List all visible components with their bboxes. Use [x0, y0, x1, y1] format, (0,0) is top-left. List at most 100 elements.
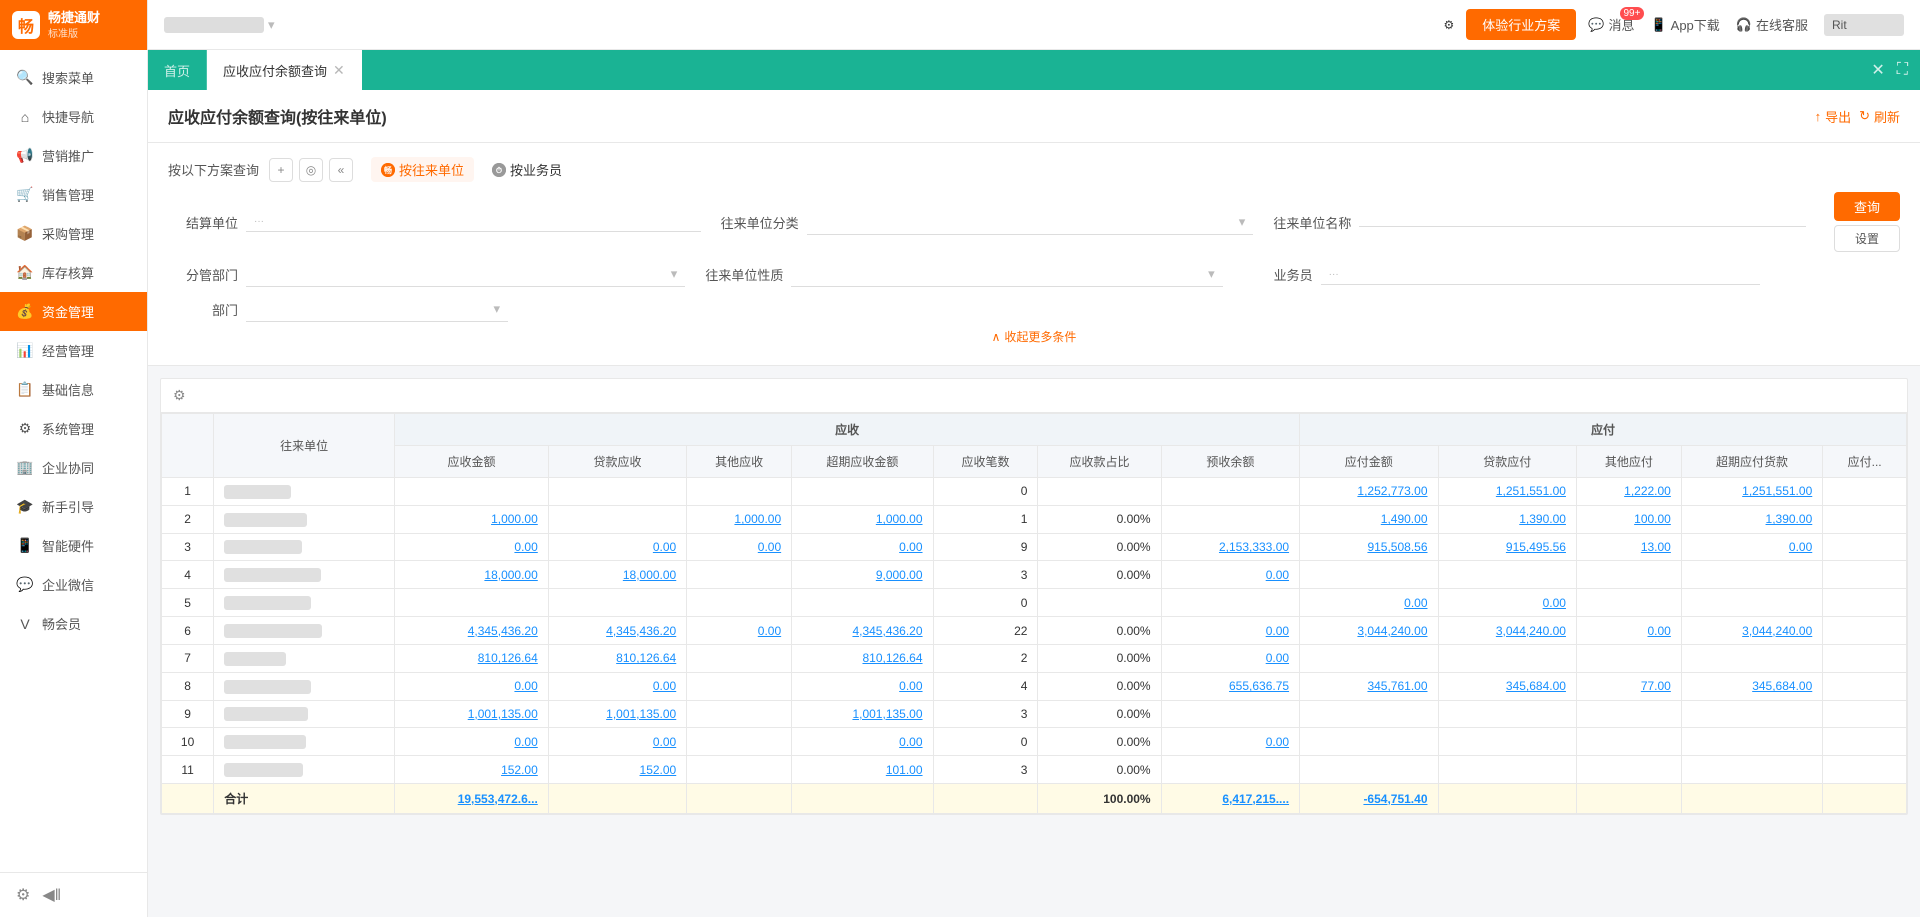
user-info[interactable]: Rit: [1824, 14, 1904, 36]
app-download-link[interactable]: 📱 App下载: [1650, 15, 1719, 34]
cell-ap_other[interactable]: 100.00: [1576, 505, 1681, 533]
tab-home[interactable]: 首页: [148, 50, 207, 90]
cell-ar_loan[interactable]: 18,000.00: [548, 561, 686, 589]
cell-ar_prepaid[interactable]: 0.00: [1161, 728, 1299, 756]
cell-ap_other[interactable]: 0.00: [1576, 617, 1681, 645]
sidebar-item-search[interactable]: 🔍搜索菜单: [0, 58, 147, 97]
cell-ar_amount[interactable]: 0.00: [395, 533, 549, 561]
sidebar-item-quick[interactable]: ⌂快捷导航: [0, 97, 147, 136]
settlement-unit-input[interactable]: ···: [246, 212, 701, 232]
cell-ar_amount[interactable]: 1,001,135.00: [395, 700, 549, 728]
cell-ar_loan[interactable]: 1,001,135.00: [548, 700, 686, 728]
table-settings-icon[interactable]: ⚙: [173, 387, 186, 404]
cell-ap_overdue[interactable]: 1,390.00: [1681, 505, 1822, 533]
cell-ap_loan[interactable]: 0.00: [1438, 589, 1576, 617]
cell-ar_prepaid[interactable]: 0.00: [1161, 617, 1299, 645]
partner-name-input[interactable]: [1359, 218, 1806, 227]
cell-ar_overdue[interactable]: 9,000.00: [792, 561, 933, 589]
cell-ap_loan[interactable]: 345,684.00: [1438, 672, 1576, 700]
cell-ar_loan[interactable]: 4,345,436.20: [548, 617, 686, 645]
collapse-more-button[interactable]: ∧ 收起更多条件: [168, 322, 1900, 351]
cell-ar_amount[interactable]: 1,000.00: [395, 505, 549, 533]
cell-ar_overdue[interactable]: 4,345,436.20: [792, 617, 933, 645]
cell-ar_overdue[interactable]: 0.00: [792, 533, 933, 561]
settings-button[interactable]: 设置: [1834, 225, 1900, 252]
cell-ar_other[interactable]: 0.00: [687, 533, 792, 561]
notification-button[interactable]: 💬 消息 99+: [1588, 15, 1634, 34]
sidebar-item-hardware[interactable]: 📱智能硬件: [0, 526, 147, 565]
tabbar-close-icon[interactable]: ✕: [1871, 60, 1884, 80]
edit-scheme-icon[interactable]: ◎: [299, 158, 323, 182]
sidebar-item-member[interactable]: V畅会员: [0, 604, 147, 643]
cell-ar_amount[interactable]: 4,345,436.20: [395, 617, 549, 645]
collapse-icon[interactable]: ◀‖: [42, 885, 61, 905]
dept-manager-input[interactable]: ▾: [246, 262, 685, 287]
partner-category-input[interactable]: ▾: [807, 210, 1254, 235]
cell-ar_amount[interactable]: 18,000.00: [395, 561, 549, 589]
sidebar-item-basic[interactable]: 📋基础信息: [0, 370, 147, 409]
cell-ar_prepaid[interactable]: 655,636.75: [1161, 672, 1299, 700]
scheme-by_staff[interactable]: ⏱按业务员: [482, 157, 572, 182]
query-button[interactable]: 查询: [1834, 192, 1900, 221]
scheme-by_partner[interactable]: 畅按往来单位: [371, 157, 474, 182]
cell-ar_other[interactable]: 0.00: [687, 617, 792, 645]
cell-ar_loan[interactable]: 0.00: [548, 728, 686, 756]
cell-ar_overdue[interactable]: 1,000.00: [792, 505, 933, 533]
cell-ar_overdue[interactable]: 1,001,135.00: [792, 700, 933, 728]
cell-ap_amount[interactable]: 345,761.00: [1300, 672, 1438, 700]
cell-ar_loan[interactable]: 0.00: [548, 533, 686, 561]
add-scheme-icon[interactable]: +: [269, 158, 293, 182]
cell-ar_prepaid[interactable]: 0.00: [1161, 561, 1299, 589]
cell-ar_loan[interactable]: 810,126.64: [548, 644, 686, 672]
cell-ar_prepaid[interactable]: 2,153,333.00: [1161, 533, 1299, 561]
cell-ap_overdue[interactable]: 345,684.00: [1681, 672, 1822, 700]
cell-ar_amount[interactable]: 0.00: [395, 728, 549, 756]
cell-ap_loan[interactable]: 1,390.00: [1438, 505, 1576, 533]
cell-ap_loan[interactable]: 915,495.56: [1438, 533, 1576, 561]
export-button[interactable]: ↑ 导出: [1815, 107, 1852, 126]
cell-ap_overdue[interactable]: 0.00: [1681, 533, 1822, 561]
cell-ar_overdue[interactable]: 0.00: [792, 728, 933, 756]
sidebar-item-system[interactable]: ⚙系统管理: [0, 409, 147, 448]
gear-icon[interactable]: ⚙: [1443, 18, 1454, 32]
cell-ap_amount[interactable]: 1,252,773.00: [1300, 478, 1438, 506]
cell-ap_overdue[interactable]: 1,251,551.00: [1681, 478, 1822, 506]
tabbar-fullscreen-icon[interactable]: ⛶: [1897, 61, 1908, 79]
sidebar-item-wechat[interactable]: 💬企业微信: [0, 565, 147, 604]
sidebar-item-guide[interactable]: 🎓新手引导: [0, 487, 147, 526]
cell-ap_amount[interactable]: 3,044,240.00: [1300, 617, 1438, 645]
tab-close-arbalance[interactable]: ✕: [333, 62, 345, 79]
cell-ap_loan[interactable]: 3,044,240.00: [1438, 617, 1576, 645]
salesman-input[interactable]: ···: [1321, 265, 1760, 285]
sidebar-item-purchase[interactable]: 📦采购管理: [0, 214, 147, 253]
tab-arbalance[interactable]: 应收应付余额查询✕: [207, 50, 362, 90]
cell-ap_loan[interactable]: 1,251,551.00: [1438, 478, 1576, 506]
cell-ar_loan[interactable]: 152.00: [548, 756, 686, 784]
sidebar-item-marketing[interactable]: 📢营销推广: [0, 136, 147, 175]
cell-ar_amount[interactable]: 152.00: [395, 756, 549, 784]
collapse-scheme-icon[interactable]: «: [329, 158, 353, 182]
sidebar-item-finance[interactable]: 💰资金管理: [0, 292, 147, 331]
cell-ar_overdue[interactable]: 101.00: [792, 756, 933, 784]
settings-icon[interactable]: ⚙: [16, 885, 30, 905]
cell-ar_prepaid[interactable]: 0.00: [1161, 644, 1299, 672]
sidebar-item-inventory[interactable]: 🏠库存核算: [0, 253, 147, 292]
cell-ar_other[interactable]: 1,000.00: [687, 505, 792, 533]
cell-ap_amount[interactable]: 0.00: [1300, 589, 1438, 617]
cell-ar_amount[interactable]: 0.00: [395, 672, 549, 700]
department-input[interactable]: ▾: [246, 297, 508, 322]
online-service-link[interactable]: 🎧 在线客服: [1736, 15, 1808, 34]
cell-ap_other[interactable]: 77.00: [1576, 672, 1681, 700]
sidebar-item-corp[interactable]: 🏢企业协同: [0, 448, 147, 487]
cell-ar_amount[interactable]: 810,126.64: [395, 644, 549, 672]
cell-ap_amount[interactable]: 1,490.00: [1300, 505, 1438, 533]
cell-ap_other[interactable]: 1,222.00: [1576, 478, 1681, 506]
cell-ap_other[interactable]: 13.00: [1576, 533, 1681, 561]
refresh-button[interactable]: ↻ 刷新: [1859, 107, 1900, 126]
partner-nature-input[interactable]: ▾: [791, 262, 1222, 287]
promo-button[interactable]: 体验行业方案: [1466, 9, 1576, 40]
sidebar-item-operations[interactable]: 📊经营管理: [0, 331, 147, 370]
sidebar-item-sales[interactable]: 🛒销售管理: [0, 175, 147, 214]
cell-ap_overdue[interactable]: 3,044,240.00: [1681, 617, 1822, 645]
cell-ap_amount[interactable]: 915,508.56: [1300, 533, 1438, 561]
